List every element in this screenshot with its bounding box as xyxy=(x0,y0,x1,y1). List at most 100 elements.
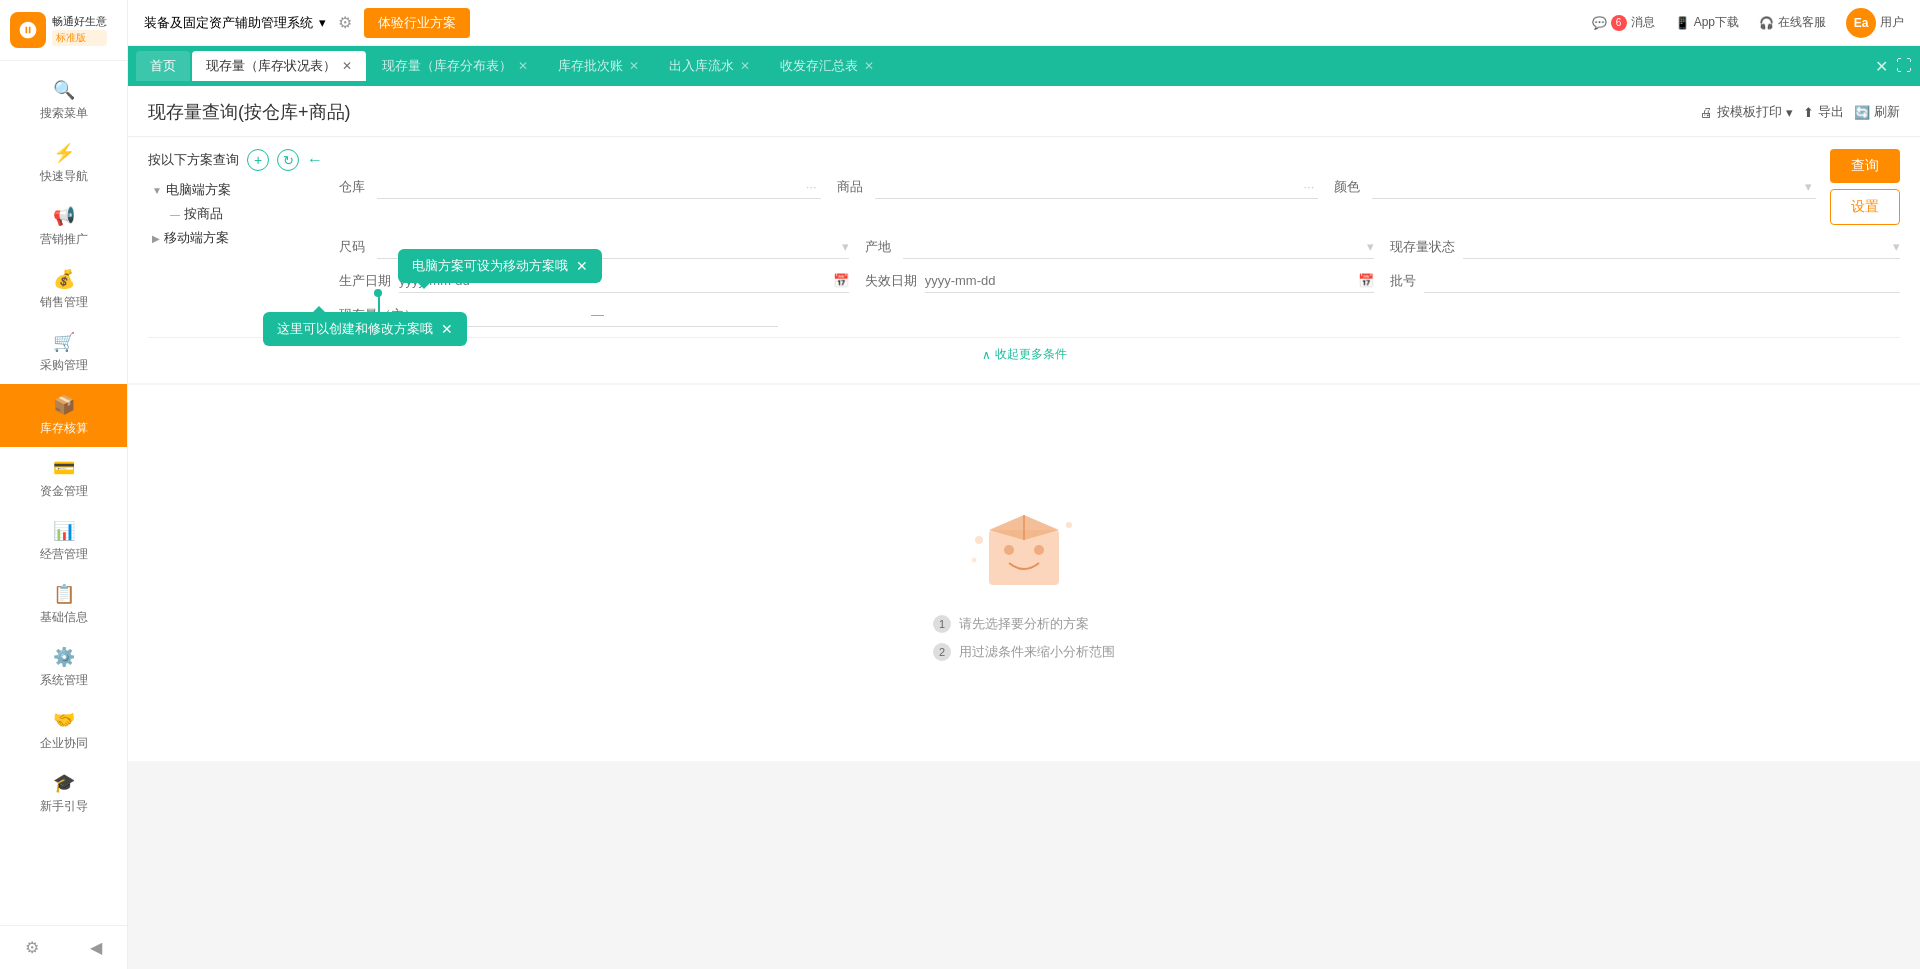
stock-status-chevron-icon[interactable]: ▾ xyxy=(1893,239,1900,254)
sidebar-item-marketing[interactable]: 📢 营销推广 xyxy=(0,195,127,258)
sidebar-item-purchase[interactable]: 🛒 采购管理 xyxy=(0,321,127,384)
product-field: 商品 ··· xyxy=(837,175,1319,199)
tab-home[interactable]: 首页 xyxy=(136,51,190,81)
color-input[interactable] xyxy=(1372,175,1801,198)
collapse-sidebar-icon[interactable]: ◀ xyxy=(90,938,102,957)
svg-point-4 xyxy=(1034,545,1044,555)
sidebar-item-inventory[interactable]: 📦 库存核算 xyxy=(0,384,127,447)
add-scheme-button[interactable]: + xyxy=(247,149,269,171)
expiry-date-input[interactable] xyxy=(925,269,1359,292)
expiry-date-calendar-icon[interactable]: 📅 xyxy=(1358,273,1374,288)
filter-section: 电脑方案可设为移动方案哦 ✕ 这里可以创建和修改方案哦 ✕ 按以下方案查询 + … xyxy=(128,137,1920,383)
tab-summary[interactable]: 收发存汇总表 ✕ xyxy=(766,51,888,81)
scheme-collapse-icon: ▶ xyxy=(152,233,160,244)
operations-icon: 📊 xyxy=(53,520,75,542)
reset-button[interactable]: 设置 xyxy=(1830,189,1900,225)
notification-badge: 6 xyxy=(1611,15,1627,31)
filter-label: 按以下方案查询 xyxy=(148,151,239,169)
sidebar-item-finance[interactable]: 💳 资金管理 xyxy=(0,447,127,510)
origin-chevron-icon[interactable]: ▾ xyxy=(1367,239,1374,254)
warehouse-input[interactable] xyxy=(377,175,802,198)
desktop-scheme-label: 电脑端方案 xyxy=(166,181,231,199)
production-date-calendar-icon[interactable]: 📅 xyxy=(833,273,849,288)
batch-input[interactable] xyxy=(1424,269,1900,292)
tooltip-scheme-close[interactable]: ✕ xyxy=(576,258,588,274)
export-action[interactable]: ⬆ 导出 xyxy=(1803,103,1844,121)
user-action[interactable]: Ea 用户 xyxy=(1846,8,1904,38)
inventory-range-dash: — xyxy=(591,307,604,322)
notification-action[interactable]: 💬 6 消息 xyxy=(1592,14,1655,31)
refresh-action[interactable]: 🔄 刷新 xyxy=(1854,103,1900,121)
sidebar-item-sales[interactable]: 💰 销售管理 xyxy=(0,258,127,321)
tab-close-all-icon[interactable]: ✕ xyxy=(1875,57,1888,76)
tab-inventory-status[interactable]: 现存量（库存状况表） ✕ xyxy=(192,51,366,81)
tab-close-inventory-status[interactable]: ✕ xyxy=(342,59,352,73)
tab-close-inventory-dist[interactable]: ✕ xyxy=(518,59,528,73)
system-title[interactable]: 装备及固定资产辅助管理系统 ▾ xyxy=(144,14,326,32)
tab-fullscreen-icon[interactable]: ⛶ xyxy=(1896,57,1912,76)
sidebar-item-enterprise[interactable]: 🤝 企业协同 xyxy=(0,699,127,762)
tab-bar: 首页 现存量（库存状况表） ✕ 现存量（库存分布表） ✕ 库存批次账 ✕ 出入库… xyxy=(128,46,1920,86)
inventory-max-input[interactable] xyxy=(610,303,778,326)
refresh-scheme-button[interactable]: ↻ xyxy=(277,149,299,171)
tooltip-edit-close[interactable]: ✕ xyxy=(441,321,453,337)
print-action[interactable]: 🖨 按模板打印 ▾ xyxy=(1700,103,1793,121)
arrow-left-icon[interactable]: ← xyxy=(307,151,323,169)
mobile-scheme-label: 移动端方案 xyxy=(164,229,229,247)
collapse-chevron-icon: ∧ xyxy=(982,348,991,362)
main-area: 装备及固定资产辅助管理系统 ▾ ⚙ 体验行业方案 💬 6 消息 📱 App下载 … xyxy=(128,0,1920,969)
sidebar: 畅通好生意 标准版 🔍 搜索菜单 ⚡ 快速导航 📢 营销推广 💰 销售管理 🛒 … xyxy=(0,0,128,969)
search-button[interactable]: 查询 xyxy=(1830,149,1900,183)
dropdown-arrow-icon: ▾ xyxy=(319,15,326,30)
experience-button[interactable]: 体验行业方案 xyxy=(364,8,470,38)
sidebar-item-operations[interactable]: 📊 经营管理 xyxy=(0,510,127,573)
sidebar-menu: 🔍 搜索菜单 ⚡ 快速导航 📢 营销推广 💰 销售管理 🛒 采购管理 📦 库存核… xyxy=(0,61,127,925)
logo-icon xyxy=(10,12,46,48)
origin-label: 产地 xyxy=(865,238,895,256)
tab-close-inout[interactable]: ✕ xyxy=(740,59,750,73)
batch-label: 批号 xyxy=(1390,272,1416,290)
refresh-icon: 🔄 xyxy=(1854,105,1870,120)
batch-field: 批号 xyxy=(1390,269,1900,293)
sidebar-footer: ⚙ ◀ xyxy=(0,925,127,969)
quicknav-icon: ⚡ xyxy=(53,142,75,164)
sidebar-item-basic[interactable]: 📋 基础信息 xyxy=(0,573,127,636)
print-icon: 🖨 xyxy=(1700,105,1713,120)
app-download-action[interactable]: 📱 App下载 xyxy=(1675,14,1739,31)
tab-inventory-dist[interactable]: 现存量（库存分布表） ✕ xyxy=(368,51,542,81)
notification-icon: 💬 xyxy=(1592,16,1607,30)
header-settings-icon[interactable]: ⚙ xyxy=(338,13,352,32)
sidebar-item-newbie[interactable]: 🎓 新手引导 xyxy=(0,762,127,825)
marketing-icon: 📢 xyxy=(53,205,75,227)
production-date-label: 生产日期 xyxy=(339,272,391,290)
hint-num-1: 1 xyxy=(933,615,951,633)
tab-batch[interactable]: 库存批次账 ✕ xyxy=(544,51,653,81)
sidebar-item-search[interactable]: 🔍 搜索菜单 xyxy=(0,69,127,132)
warehouse-label: 仓库 xyxy=(339,178,369,196)
svg-point-6 xyxy=(1066,522,1072,528)
size-chevron-icon[interactable]: ▾ xyxy=(842,239,849,254)
product-dots-icon[interactable]: ··· xyxy=(1299,179,1318,194)
tab-close-summary[interactable]: ✕ xyxy=(864,59,874,73)
desktop-sub-item[interactable]: — 按商品 xyxy=(170,205,323,223)
desktop-scheme-item[interactable]: ▼ 电脑端方案 xyxy=(152,181,323,199)
finance-icon: 💳 xyxy=(53,457,75,479)
svg-point-7 xyxy=(972,558,977,563)
online-service-action[interactable]: 🎧 在线客服 xyxy=(1759,14,1826,31)
tab-inout[interactable]: 出入库流水 ✕ xyxy=(655,51,764,81)
scheme-panel: 按以下方案查询 + ↻ ← ▼ 电脑端方案 — 按商品 xyxy=(148,149,339,337)
empty-state: 1 请先选择要分析的方案 2 用过滤条件来缩小分析范围 xyxy=(128,385,1920,761)
origin-input[interactable] xyxy=(903,235,1368,258)
stock-status-field: 现存量状态 ▾ xyxy=(1390,235,1900,259)
settings-bottom-icon[interactable]: ⚙ xyxy=(25,938,39,957)
tab-close-batch[interactable]: ✕ xyxy=(629,59,639,73)
mobile-scheme-item[interactable]: ▶ 移动端方案 xyxy=(152,229,323,247)
stock-status-input[interactable] xyxy=(1463,235,1893,258)
product-input[interactable] xyxy=(875,175,1300,198)
warehouse-dots-icon[interactable]: ··· xyxy=(802,179,821,194)
sidebar-item-quicknav[interactable]: ⚡ 快速导航 xyxy=(0,132,127,195)
sub-item-dash: — xyxy=(170,209,180,220)
avatar: Ea xyxy=(1846,8,1876,38)
sidebar-item-system[interactable]: ⚙️ 系统管理 xyxy=(0,636,127,699)
color-chevron-icon[interactable]: ▾ xyxy=(1801,179,1816,194)
